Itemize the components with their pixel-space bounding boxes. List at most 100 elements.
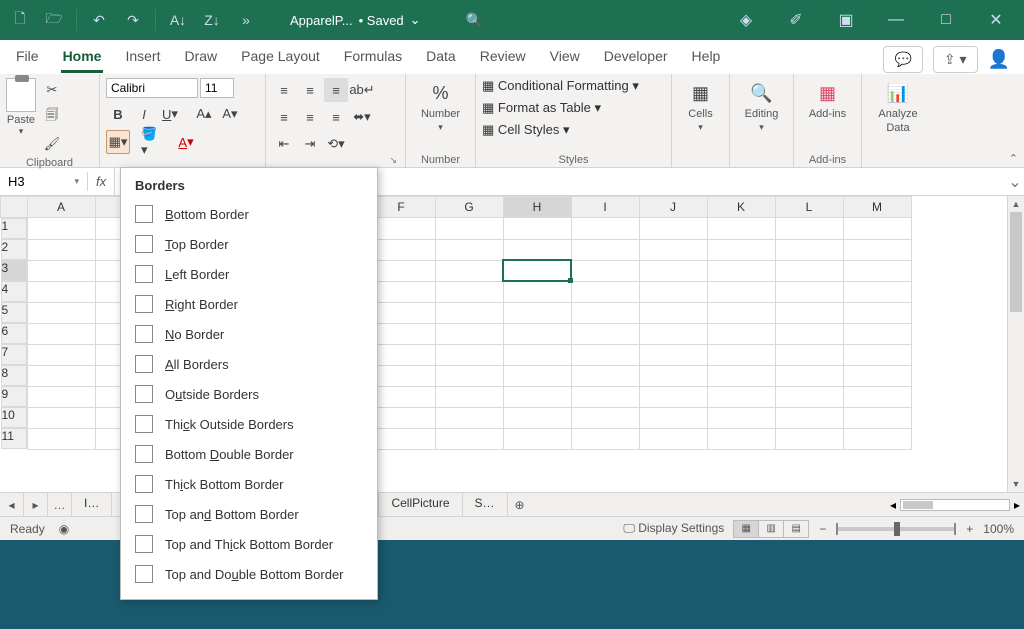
cell-M1[interactable] — [843, 218, 911, 240]
cell-H10[interactable] — [503, 407, 571, 428]
row-header-6[interactable]: 6 — [1, 323, 27, 344]
cell-G2[interactable] — [435, 239, 503, 260]
cell-A9[interactable] — [27, 386, 95, 407]
cell-H4[interactable] — [503, 281, 571, 302]
cell-J8[interactable] — [639, 365, 707, 386]
font-color-button[interactable]: A▾ — [174, 130, 198, 154]
cell-K3[interactable] — [707, 260, 775, 281]
border-option[interactable]: Bottom Border — [121, 199, 377, 229]
border-option[interactable]: Bottom Double Border — [121, 439, 377, 469]
cell-G1[interactable] — [435, 218, 503, 240]
cell-I8[interactable] — [571, 365, 639, 386]
cell-A8[interactable] — [27, 365, 95, 386]
cell-H2[interactable] — [503, 239, 571, 260]
align-right-icon[interactable]: ≡ — [324, 105, 348, 129]
cell-A6[interactable] — [27, 323, 95, 344]
new-file-icon[interactable]: 🗋 — [6, 6, 34, 34]
row-header-10[interactable]: 10 — [1, 407, 27, 428]
align-top-icon[interactable]: ≡ — [272, 78, 296, 102]
cell-L6[interactable] — [775, 323, 843, 344]
border-option[interactable]: Right Border — [121, 289, 377, 319]
conditional-formatting-button[interactable]: ▦ Conditional Formatting ▾ — [482, 78, 639, 94]
sheet-tab[interactable]: S… — [463, 493, 508, 516]
increase-indent-icon[interactable]: ⇥ — [298, 132, 322, 156]
expand-formula-bar-icon[interactable]: ⌄ — [1006, 172, 1024, 192]
vertical-scrollbar[interactable]: ▲ ▼ — [1007, 196, 1024, 492]
cell-M8[interactable] — [843, 365, 911, 386]
cell-A7[interactable] — [27, 344, 95, 365]
cell-G7[interactable] — [435, 344, 503, 365]
cell-M11[interactable] — [843, 428, 911, 449]
editing-button[interactable]: 🔍 Editing▾ — [739, 78, 785, 135]
cell-L10[interactable] — [775, 407, 843, 428]
cell-I1[interactable] — [571, 218, 639, 240]
row-header-2[interactable]: 2 — [1, 239, 27, 260]
cell-I5[interactable] — [571, 302, 639, 323]
hscroll-right-icon[interactable]: ▸ — [1014, 498, 1020, 512]
cell-M6[interactable] — [843, 323, 911, 344]
font-size-input[interactable] — [200, 78, 234, 98]
scroll-down-icon[interactable]: ▼ — [1008, 476, 1024, 492]
horizontal-scrollbar[interactable] — [900, 499, 1010, 511]
cell-K1[interactable] — [707, 218, 775, 240]
grow-font-icon[interactable]: A▴ — [192, 102, 216, 126]
cell-H3[interactable] — [503, 260, 571, 281]
bold-button[interactable]: B — [106, 102, 130, 126]
cell-L3[interactable] — [775, 260, 843, 281]
menu-developer[interactable]: Developer — [602, 42, 670, 73]
wrap-text-button[interactable]: ab↵ — [350, 78, 374, 102]
cell-A5[interactable] — [27, 302, 95, 323]
cell-L1[interactable] — [775, 218, 843, 240]
open-file-icon[interactable]: 🗁 — [40, 6, 68, 34]
cell-G4[interactable] — [435, 281, 503, 302]
menu-formulas[interactable]: Formulas — [342, 42, 404, 73]
cell-G11[interactable] — [435, 428, 503, 449]
row-header-3[interactable]: 3 — [1, 260, 27, 281]
cell-K2[interactable] — [707, 239, 775, 260]
decrease-indent-icon[interactable]: ⇤ — [272, 132, 296, 156]
row-header-4[interactable]: 4 — [1, 281, 27, 302]
cell-I11[interactable] — [571, 428, 639, 449]
cell-A1[interactable] — [27, 218, 95, 240]
sort-asc-icon[interactable]: A↓ — [164, 6, 192, 34]
sheet-tab[interactable]: CellPicture — [379, 493, 462, 516]
cell-J5[interactable] — [639, 302, 707, 323]
cell-G9[interactable] — [435, 386, 503, 407]
search-icon[interactable]: 🔍 — [461, 6, 489, 34]
align-left-icon[interactable]: ≡ — [272, 105, 296, 129]
cell-M9[interactable] — [843, 386, 911, 407]
page-layout-view-icon[interactable]: ▥ — [758, 520, 784, 538]
zoom-slider[interactable] — [836, 527, 956, 531]
cell-K8[interactable] — [707, 365, 775, 386]
row-header-11[interactable]: 11 — [1, 428, 27, 449]
cell-A2[interactable] — [27, 239, 95, 260]
menu-review[interactable]: Review — [478, 42, 528, 73]
cell-L2[interactable] — [775, 239, 843, 260]
menu-file[interactable]: File — [14, 42, 41, 73]
qat-more-icon[interactable]: » — [232, 6, 260, 34]
cell-L7[interactable] — [775, 344, 843, 365]
scroll-thumb[interactable] — [1010, 212, 1022, 312]
col-header-A[interactable]: A — [27, 197, 95, 218]
border-option[interactable]: Thick Outside Borders — [121, 409, 377, 439]
normal-view-icon[interactable]: ▦ — [733, 520, 759, 538]
border-option[interactable]: Top and Double Bottom Border — [121, 559, 377, 589]
cell-L4[interactable] — [775, 281, 843, 302]
merge-button[interactable]: ⬌▾ — [350, 105, 374, 129]
border-option[interactable]: All Borders — [121, 349, 377, 379]
cell-G3[interactable] — [435, 260, 503, 281]
cell-I10[interactable] — [571, 407, 639, 428]
cell-H9[interactable] — [503, 386, 571, 407]
cell-G8[interactable] — [435, 365, 503, 386]
cell-I6[interactable] — [571, 323, 639, 344]
row-header-7[interactable]: 7 — [1, 344, 27, 365]
window-mode-icon[interactable]: ▣ — [824, 0, 868, 40]
cell-I4[interactable] — [571, 281, 639, 302]
cell-L11[interactable] — [775, 428, 843, 449]
tab-prev-icon[interactable]: ◂ — [0, 493, 24, 516]
cell-I2[interactable] — [571, 239, 639, 260]
hscroll-left-icon[interactable]: ◂ — [890, 498, 896, 512]
display-settings-button[interactable]: 🖵 Display Settings — [623, 521, 724, 536]
name-box[interactable]: H3▾ — [0, 172, 88, 191]
underline-button[interactable]: U▾ — [158, 102, 182, 126]
